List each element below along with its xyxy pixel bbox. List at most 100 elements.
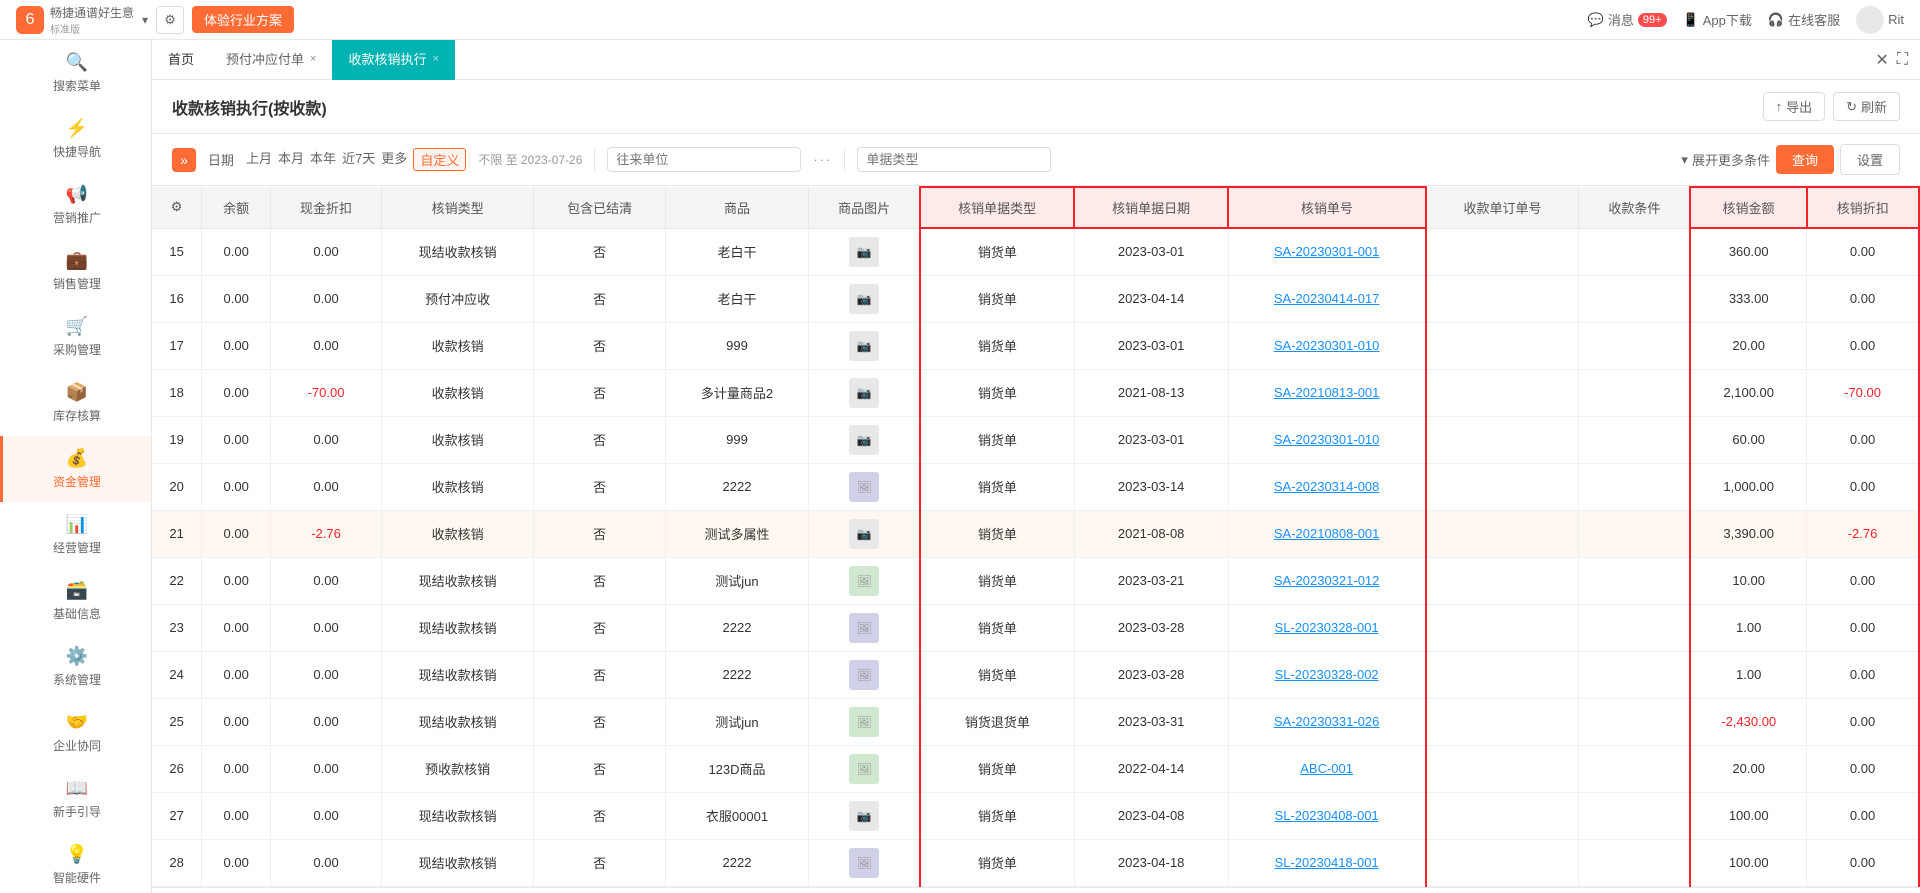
cancel-bill-no-link[interactable]: ABC-001 <box>1228 745 1425 792</box>
guide-icon: 📖 <box>66 778 88 799</box>
tab-receipt-cancel-close-icon[interactable]: × <box>432 53 438 65</box>
cancel-bill-no-link[interactable]: SA-20210808-001 <box>1228 510 1425 557</box>
table-row: 280.000.00现结收款核销否2222🖼销货单2023-04-18SL-20… <box>152 839 1919 886</box>
management-icon: 📊 <box>66 514 88 535</box>
th-type: 核销类型 <box>381 187 533 228</box>
cancel-bill-no-link[interactable]: SL-20230408-001 <box>1228 792 1425 839</box>
messages-button[interactable]: 💬 消息 99+ <box>1588 10 1667 29</box>
table-row: 150.000.00现结收款核销否老白干📷销货单2023-03-01SA-202… <box>152 228 1919 275</box>
sidebar-item-guide[interactable]: 📖 新手引导 <box>0 766 151 832</box>
cancel-bill-no-link[interactable]: SA-20230301-010 <box>1228 322 1425 369</box>
messages-label: 消息 <box>1608 10 1634 29</box>
filter-expand-button[interactable]: » <box>172 148 196 172</box>
sidebar-item-inventory[interactable]: 📦 库存核算 <box>0 370 151 436</box>
date-last-7days[interactable]: 近7天 <box>342 148 375 171</box>
date-this-year[interactable]: 本年 <box>310 148 336 171</box>
cancel-bill-no-link[interactable]: SL-20230328-002 <box>1228 651 1425 698</box>
sidebar-item-marketing[interactable]: 📢 营销推广 <box>0 172 151 238</box>
export-button[interactable]: ↑ 导出 <box>1763 92 1826 121</box>
cancel-bill-no-link[interactable]: SA-20230331-026 <box>1228 698 1425 745</box>
sidebar-label-enterprise: 企业协同 <box>53 737 101 754</box>
tab-prepay[interactable]: 预付冲应付单 × <box>210 40 332 80</box>
expand-more-button[interactable]: ▾ 展开更多条件 <box>1681 150 1770 169</box>
table-row: 190.000.00收款核销否999📷销货单2023-03-01SA-20230… <box>152 416 1919 463</box>
counterparty-input[interactable] <box>607 147 801 172</box>
th-cancel-bill-type: 核销单据类型 <box>920 187 1074 228</box>
top-bar: 6 畅捷通谱好生意 标准版 ▾ ⚙ 体验行业方案 💬 消息 99+ 📱 App下… <box>0 0 1920 40</box>
messages-badge: 99+ <box>1638 13 1667 27</box>
settings-gear-icon[interactable]: ⚙ <box>156 6 184 34</box>
table-row: 200.000.00收款核销否2222🖼销货单2023-03-14SA-2023… <box>152 463 1919 510</box>
cancel-bill-no-link[interactable]: SA-20230314-008 <box>1228 463 1425 510</box>
avatar <box>1856 6 1884 34</box>
brand-dropdown-arrow[interactable]: ▾ <box>142 13 148 27</box>
single-type-input[interactable] <box>857 147 1051 172</box>
quicknav-icon: ⚡ <box>66 118 88 139</box>
cancel-bill-no-link[interactable]: SA-20210813-001 <box>1228 369 1425 416</box>
table-footer: 40,556,66... 952.24 <box>152 887 1920 893</box>
cancel-bill-no-link[interactable]: SA-20230301-010 <box>1228 416 1425 463</box>
date-range-display: 不限 至 2023-07-26 <box>478 151 582 168</box>
sidebar-label-finance: 资金管理 <box>53 473 101 490</box>
th-balance: 余额 <box>202 187 271 228</box>
tab-home[interactable]: 首页 <box>152 40 210 80</box>
brand-name: 畅捷通谱好生意 <box>50 6 134 20</box>
th-cash-discount: 现金折扣 <box>271 187 382 228</box>
date-this-month[interactable]: 本月 <box>278 148 304 171</box>
brand-info: 畅捷通谱好生意 标准版 <box>50 4 134 36</box>
sidebar: 🔍 搜索菜单 ⚡ 快捷导航 📢 营销推广 💼 销售管理 🛒 采购管理 📦 库存核… <box>0 40 152 893</box>
refresh-icon: ↻ <box>1846 99 1857 115</box>
online-service-button[interactable]: 🎧 在线客服 <box>1768 10 1840 29</box>
table-row: 220.000.00现结收款核销否测试jun🖼销货单2023-03-21SA-2… <box>152 557 1919 604</box>
th-cancel-bill-date: 核销单据日期 <box>1074 187 1228 228</box>
tab-receipt-cancel-label: 收款核销执行 <box>348 49 426 68</box>
sidebar-label-purchase: 采购管理 <box>53 341 101 358</box>
message-icon: 💬 <box>1588 12 1604 28</box>
sidebar-item-system[interactable]: ⚙️ 系统管理 <box>0 634 151 700</box>
user-profile[interactable]: Rit <box>1856 6 1904 34</box>
sidebar-item-finance[interactable]: 💰 资金管理 <box>0 436 151 502</box>
th-receipt-condition: 收款条件 <box>1579 187 1691 228</box>
th-seq: ⚙ <box>152 187 202 228</box>
sidebar-item-search[interactable]: 🔍 搜索菜单 <box>0 40 151 106</box>
date-custom[interactable]: 自定义 <box>413 148 466 171</box>
sidebar-label-search: 搜索菜单 <box>53 77 101 94</box>
sidebar-label-hardware: 智能硬件 <box>53 869 101 886</box>
tab-maximize-icon[interactable]: ⛶ <box>1897 51 1908 69</box>
cancel-bill-no-link[interactable]: SA-20230301-001 <box>1228 228 1425 275</box>
sidebar-item-enterprise[interactable]: 🤝 企业协同 <box>0 700 151 766</box>
cancel-bill-no-link[interactable]: SL-20230418-001 <box>1228 839 1425 886</box>
th-cancel-bill-no: 核销单号 <box>1228 187 1425 228</box>
sidebar-item-quicknav[interactable]: ⚡ 快捷导航 <box>0 106 151 172</box>
tab-prepay-close-icon[interactable]: × <box>310 53 316 65</box>
query-button[interactable]: 查询 <box>1776 145 1834 174</box>
brand: 6 畅捷通谱好生意 标准版 <box>16 4 134 36</box>
system-icon: ⚙️ <box>66 646 88 667</box>
refresh-label: 刷新 <box>1861 97 1887 116</box>
sidebar-label-management: 经营管理 <box>53 539 101 556</box>
date-more[interactable]: 更多 <box>381 148 407 171</box>
date-last-month[interactable]: 上月 <box>246 148 272 171</box>
filter-settings-button[interactable]: 设置 <box>1840 144 1900 175</box>
table-row: 260.000.00预收款核销否123D商品🖼销货单2022-04-14ABC-… <box>152 745 1919 792</box>
sidebar-label-system: 系统管理 <box>53 671 101 688</box>
trial-industry-button[interactable]: 体验行业方案 <box>192 6 294 33</box>
table-header: ⚙ 余额 现金折扣 核销类型 包含已结清 商品 商品图片 核销单据类型 核销单据… <box>152 187 1919 228</box>
sidebar-item-hardware[interactable]: 💡 智能硬件 <box>0 832 151 893</box>
app-download-button[interactable]: 📱 App下载 <box>1683 10 1752 29</box>
top-bar-right: 💬 消息 99+ 📱 App下载 🎧 在线客服 Rit <box>1588 6 1904 34</box>
table-row: 160.000.00预付冲应收否老白干📷销货单2023-04-14SA-2023… <box>152 275 1919 322</box>
sidebar-item-management[interactable]: 📊 经营管理 <box>0 502 151 568</box>
cancel-bill-no-link[interactable]: SA-20230414-017 <box>1228 275 1425 322</box>
sidebar-label-basic: 基础信息 <box>53 605 101 622</box>
sidebar-item-purchase[interactable]: 🛒 采购管理 <box>0 304 151 370</box>
sidebar-label-marketing: 营销推广 <box>53 209 101 226</box>
sidebar-item-sales[interactable]: 💼 销售管理 <box>0 238 151 304</box>
cancel-bill-no-link[interactable]: SL-20230328-001 <box>1228 604 1425 651</box>
tab-close-all-icon[interactable]: ✕ <box>1875 50 1888 70</box>
sidebar-item-basic[interactable]: 🗃️ 基础信息 <box>0 568 151 634</box>
cancel-bill-no-link[interactable]: SA-20230321-012 <box>1228 557 1425 604</box>
refresh-button[interactable]: ↻ 刷新 <box>1833 92 1900 121</box>
top-bar-left: 6 畅捷通谱好生意 标准版 ▾ ⚙ 体验行业方案 <box>16 4 1576 36</box>
tab-receipt-cancel[interactable]: 收款核销执行 × <box>332 40 454 80</box>
